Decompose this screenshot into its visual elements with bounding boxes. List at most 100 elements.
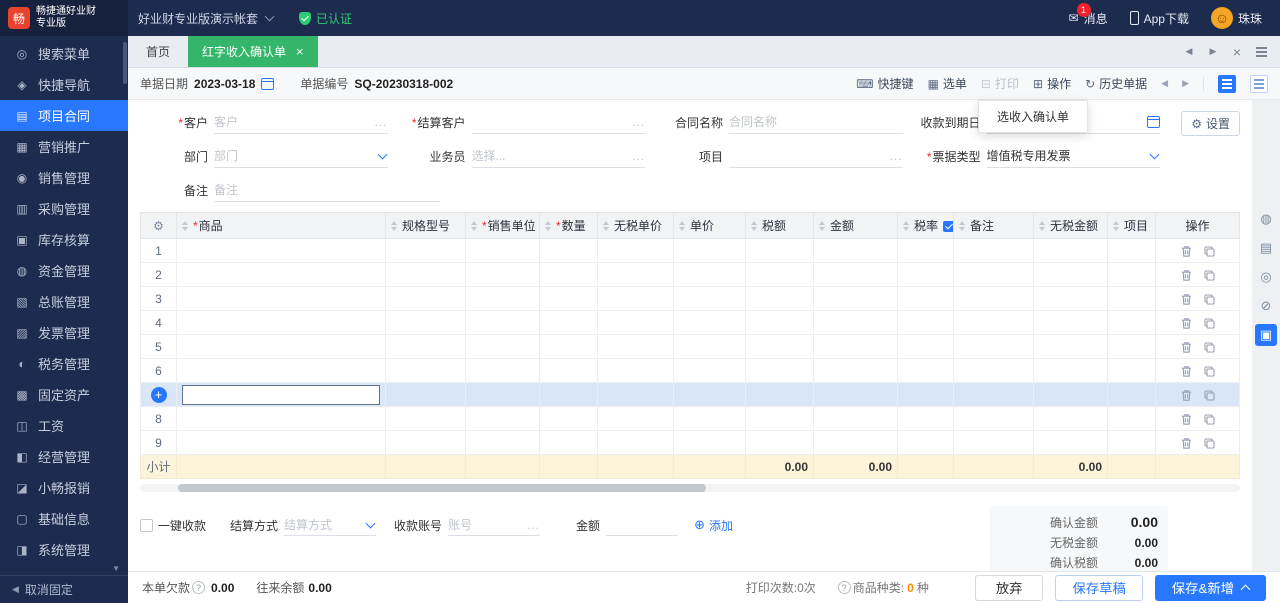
amount-input[interactable] [606, 517, 679, 532]
view-toggle-form-list[interactable] [1218, 74, 1236, 93]
grid-settings-button[interactable]: ⚙ [140, 212, 177, 239]
settle-method-select[interactable] [284, 514, 377, 536]
column-header-3[interactable]: *数量 [539, 212, 598, 239]
sidebar-scrollbar[interactable] [123, 42, 127, 84]
copy-row-icon[interactable] [1203, 245, 1216, 258]
bill-type-select[interactable]: 增值税专用发票 [986, 144, 1160, 168]
info-icon[interactable]: ? [837, 581, 851, 594]
give-up-button[interactable]: 放弃 [974, 574, 1044, 601]
lookup-dots-icon[interactable]: ... [370, 115, 387, 129]
sort-icon[interactable] [819, 221, 826, 231]
operations-button[interactable]: ⊞ 操作 [1033, 75, 1071, 92]
delete-row-icon[interactable] [1180, 413, 1193, 426]
column-header-5[interactable]: 单价 [673, 212, 746, 239]
print-button[interactable]: ⊟ 打印 [981, 75, 1019, 92]
copy-row-icon[interactable] [1203, 269, 1216, 282]
select-doc-dropdown-item[interactable]: 选收入确认单 [978, 100, 1089, 133]
sort-icon[interactable] [1039, 221, 1046, 231]
save-and-new-button[interactable]: 保存&新增 [1154, 574, 1266, 601]
customer-input[interactable] [214, 114, 371, 129]
onekey-collect-checkbox[interactable] [140, 518, 153, 532]
sidebar-item-purchase[interactable]: ▥ 采购管理 [0, 193, 128, 224]
tax-rate-checkbox-icon[interactable] [943, 221, 953, 232]
prev-doc-button[interactable]: ◀ [1161, 78, 1168, 89]
sidebar-item-ledger[interactable]: ▧ 总账管理 [0, 286, 128, 317]
sidebar-item-payroll[interactable]: ◫ 工资 [0, 410, 128, 441]
view-toggle-detail[interactable] [1250, 74, 1268, 93]
delete-row-icon[interactable] [1180, 317, 1193, 330]
copy-row-icon[interactable] [1203, 317, 1216, 330]
copy-row-icon[interactable] [1203, 413, 1216, 426]
delete-row-icon[interactable] [1180, 389, 1193, 402]
lookup-dots-icon[interactable]: ... [628, 149, 645, 163]
calendar-icon[interactable] [261, 77, 275, 90]
settings-button[interactable]: ⚙ 设置 [1181, 111, 1240, 136]
doc-date-value[interactable]: 2023-03-18 [194, 77, 255, 91]
sidebar-item-search[interactable]: ◎ 搜索菜单 [0, 38, 128, 69]
user-menu[interactable]: ☺ 珠珠 [1210, 7, 1262, 29]
tab-close-all-button[interactable]: × [1226, 41, 1248, 63]
account-selector[interactable]: 好业财专业版演示帐套 [138, 10, 275, 27]
sidebar-item-reimburse[interactable]: ◪ 小畅报销 [0, 472, 128, 503]
settle-method-input[interactable] [284, 517, 364, 532]
delete-row-icon[interactable] [1180, 341, 1193, 354]
column-header-9[interactable]: 备注 [953, 212, 1034, 239]
shortcut-keys-button[interactable]: ⌨ 快捷键 [856, 75, 913, 92]
sort-icon[interactable] [182, 221, 189, 231]
collect-account-input[interactable] [448, 517, 524, 532]
delete-row-icon[interactable] [1180, 245, 1193, 258]
column-header-2[interactable]: *销售单位 [465, 212, 540, 239]
next-doc-button[interactable]: ▶ [1182, 78, 1189, 89]
delete-row-icon[interactable] [1180, 437, 1193, 450]
sidebar-item-system[interactable]: ◨ 系统管理 [0, 534, 128, 565]
sort-icon[interactable] [603, 221, 610, 231]
screen-panel-icon[interactable]: ▣ [1255, 324, 1277, 346]
column-header-4[interactable]: 无税单价 [597, 212, 674, 239]
sidebar-item-invoice[interactable]: ▨ 发票管理 [0, 317, 128, 348]
app-download-button[interactable]: App下载 [1129, 10, 1189, 27]
remark-input[interactable] [214, 182, 440, 197]
column-header-6[interactable]: 税额 [745, 212, 814, 239]
unpin-sidebar-button[interactable]: ◀ 取消固定 [0, 575, 128, 603]
save-draft-button[interactable]: 保存草稿 [1055, 574, 1143, 601]
tab-prev-button[interactable]: ◀ [1178, 41, 1200, 63]
delete-row-icon[interactable] [1180, 269, 1193, 282]
add-payment-line-button[interactable]: ⊕ 添加 [694, 517, 733, 534]
copy-row-icon[interactable] [1203, 365, 1216, 378]
project-input[interactable] [729, 148, 886, 163]
tab-list-button[interactable] [1250, 41, 1272, 63]
lookup-dots-icon[interactable]: ... [523, 518, 540, 532]
column-header-7[interactable]: 金额 [813, 212, 898, 239]
sidebar-item-sales[interactable]: ◉ 销售管理 [0, 162, 128, 193]
info-icon[interactable]: ? [192, 581, 206, 594]
sidebar-item-fixed-assets[interactable]: ▩ 固定资产 [0, 379, 128, 410]
delete-row-icon[interactable] [1180, 293, 1193, 306]
copy-row-icon[interactable] [1203, 293, 1216, 306]
close-tab-icon[interactable]: × [296, 44, 304, 59]
contract-name-input[interactable] [729, 114, 903, 129]
sort-icon[interactable] [545, 221, 552, 231]
copy-row-icon[interactable] [1203, 341, 1216, 354]
sort-icon[interactable] [679, 221, 686, 231]
select-document-button[interactable]: ▦ 选单 [928, 75, 967, 92]
department-input[interactable] [214, 148, 375, 163]
delete-row-icon[interactable] [1180, 365, 1193, 378]
attachment-icon[interactable]: ⊘ [1255, 295, 1277, 317]
sort-icon[interactable] [903, 221, 910, 231]
sidebar-item-funds[interactable]: ◍ 资金管理 [0, 255, 128, 286]
history-button[interactable]: ↻ 历史单据 [1085, 75, 1147, 92]
column-header-10[interactable]: 无税金额 [1033, 212, 1108, 239]
scrollbar-thumb[interactable] [178, 484, 706, 492]
calendar-icon[interactable] [1147, 115, 1160, 128]
help-icon[interactable]: ◎ [1255, 266, 1277, 288]
column-header-8[interactable]: 税率 [897, 212, 954, 239]
tab-next-button[interactable]: ▶ [1202, 41, 1224, 63]
lookup-dots-icon[interactable]: ... [885, 149, 902, 163]
column-header-1[interactable]: 规格型号 [385, 212, 466, 239]
sidebar-item-base-info[interactable]: ▢ 基础信息 [0, 503, 128, 534]
copy-row-icon[interactable] [1203, 437, 1216, 450]
add-row-button[interactable]: + [150, 386, 167, 403]
sort-icon[interactable] [1113, 221, 1120, 231]
tab-home[interactable]: 首页 [128, 36, 188, 67]
sidebar-item-project-contract[interactable]: ▤ 项目合同 [0, 100, 128, 131]
